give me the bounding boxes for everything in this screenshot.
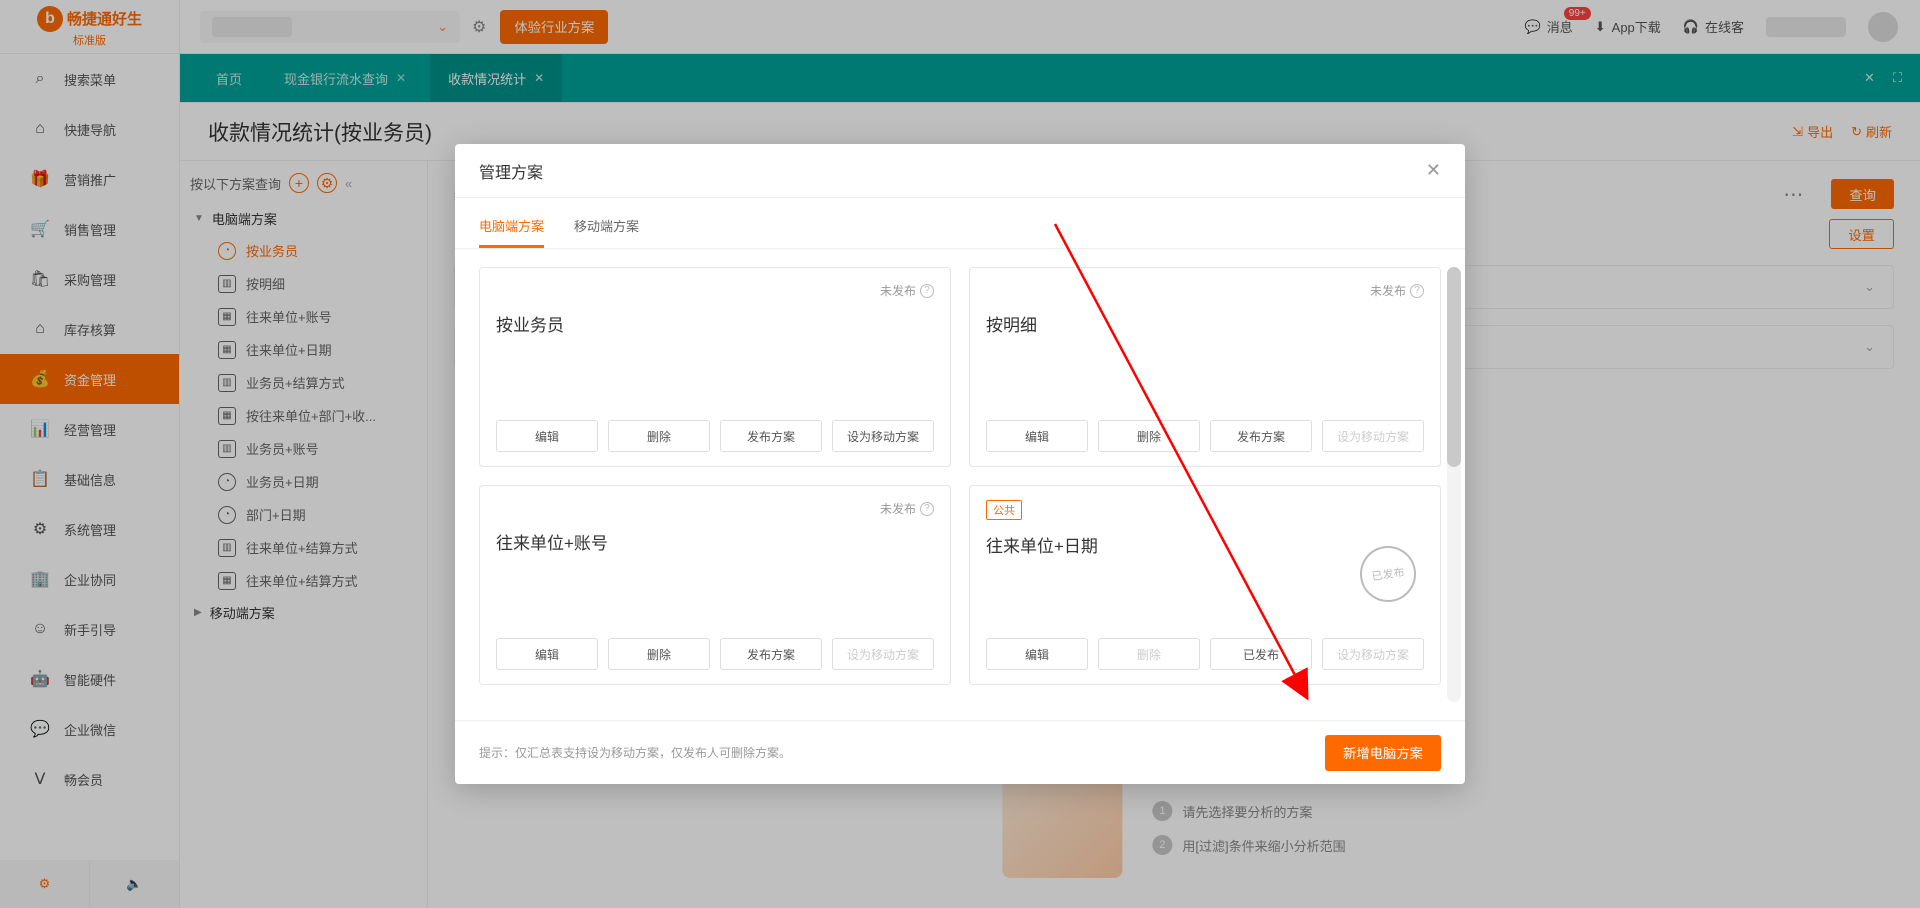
help-icon[interactable]: ?: [920, 284, 934, 298]
card-btn-disabled: 设为移动方案: [1322, 420, 1424, 452]
card-btn[interactable]: 删除: [608, 420, 710, 452]
status-text: 未发布 ?: [880, 282, 934, 299]
manage-scheme-modal: 管理方案 ✕ 电脑端方案 移动端方案 未发布 ?按业务员编辑删除发布方案设为移动…: [455, 144, 1465, 784]
modal-title: 管理方案: [479, 159, 543, 183]
card-btn[interactable]: 编辑: [986, 638, 1088, 670]
card-btn-disabled: 删除: [1098, 638, 1200, 670]
card-btn[interactable]: 设为移动方案: [832, 420, 934, 452]
public-tag: 公共: [986, 500, 1022, 520]
card-btn[interactable]: 编辑: [496, 638, 598, 670]
card-btn-disabled: 设为移动方案: [1322, 638, 1424, 670]
close-icon[interactable]: ✕: [1426, 160, 1441, 181]
card-title: 按业务员: [496, 311, 934, 336]
card-btn[interactable]: 删除: [1098, 420, 1200, 452]
scheme-card-1: 未发布 ? 按明细编辑删除发布方案设为移动方案: [969, 267, 1441, 467]
card-title: 按明细: [986, 311, 1424, 336]
card-title: 往来单位+账号: [496, 529, 934, 554]
scheme-card-3: 公共往来单位+日期已发布编辑删除已发布设为移动方案: [969, 485, 1441, 685]
scheme-card-0: 未发布 ? 按业务员编辑删除发布方案设为移动方案: [479, 267, 951, 467]
card-btn[interactable]: 编辑: [986, 420, 1088, 452]
modal-tab-mobile[interactable]: 移动端方案: [574, 216, 639, 248]
card-btn[interactable]: 发布方案: [1210, 420, 1312, 452]
scheme-card-2: 未发布 ? 往来单位+账号编辑删除发布方案设为移动方案: [479, 485, 951, 685]
help-icon[interactable]: ?: [1410, 284, 1424, 298]
add-desktop-scheme-button[interactable]: 新增电脑方案: [1325, 735, 1441, 771]
card-btn[interactable]: 发布方案: [720, 638, 822, 670]
modal-tip: 提示：仅汇总表支持设为移动方案，仅发布人可删除方案。: [479, 744, 791, 761]
card-btn-disabled: 设为移动方案: [832, 638, 934, 670]
card-btn[interactable]: 编辑: [496, 420, 598, 452]
status-text: 未发布 ?: [1370, 282, 1424, 299]
card-btn[interactable]: 已发布: [1210, 638, 1312, 670]
card-title: 往来单位+日期: [986, 532, 1424, 557]
card-btn[interactable]: 发布方案: [720, 420, 822, 452]
modal-scrollbar-thumb[interactable]: [1447, 267, 1461, 467]
help-icon[interactable]: ?: [920, 502, 934, 516]
modal-tab-desktop[interactable]: 电脑端方案: [479, 216, 544, 248]
card-btn[interactable]: 删除: [608, 638, 710, 670]
status-text: 未发布 ?: [880, 500, 934, 517]
